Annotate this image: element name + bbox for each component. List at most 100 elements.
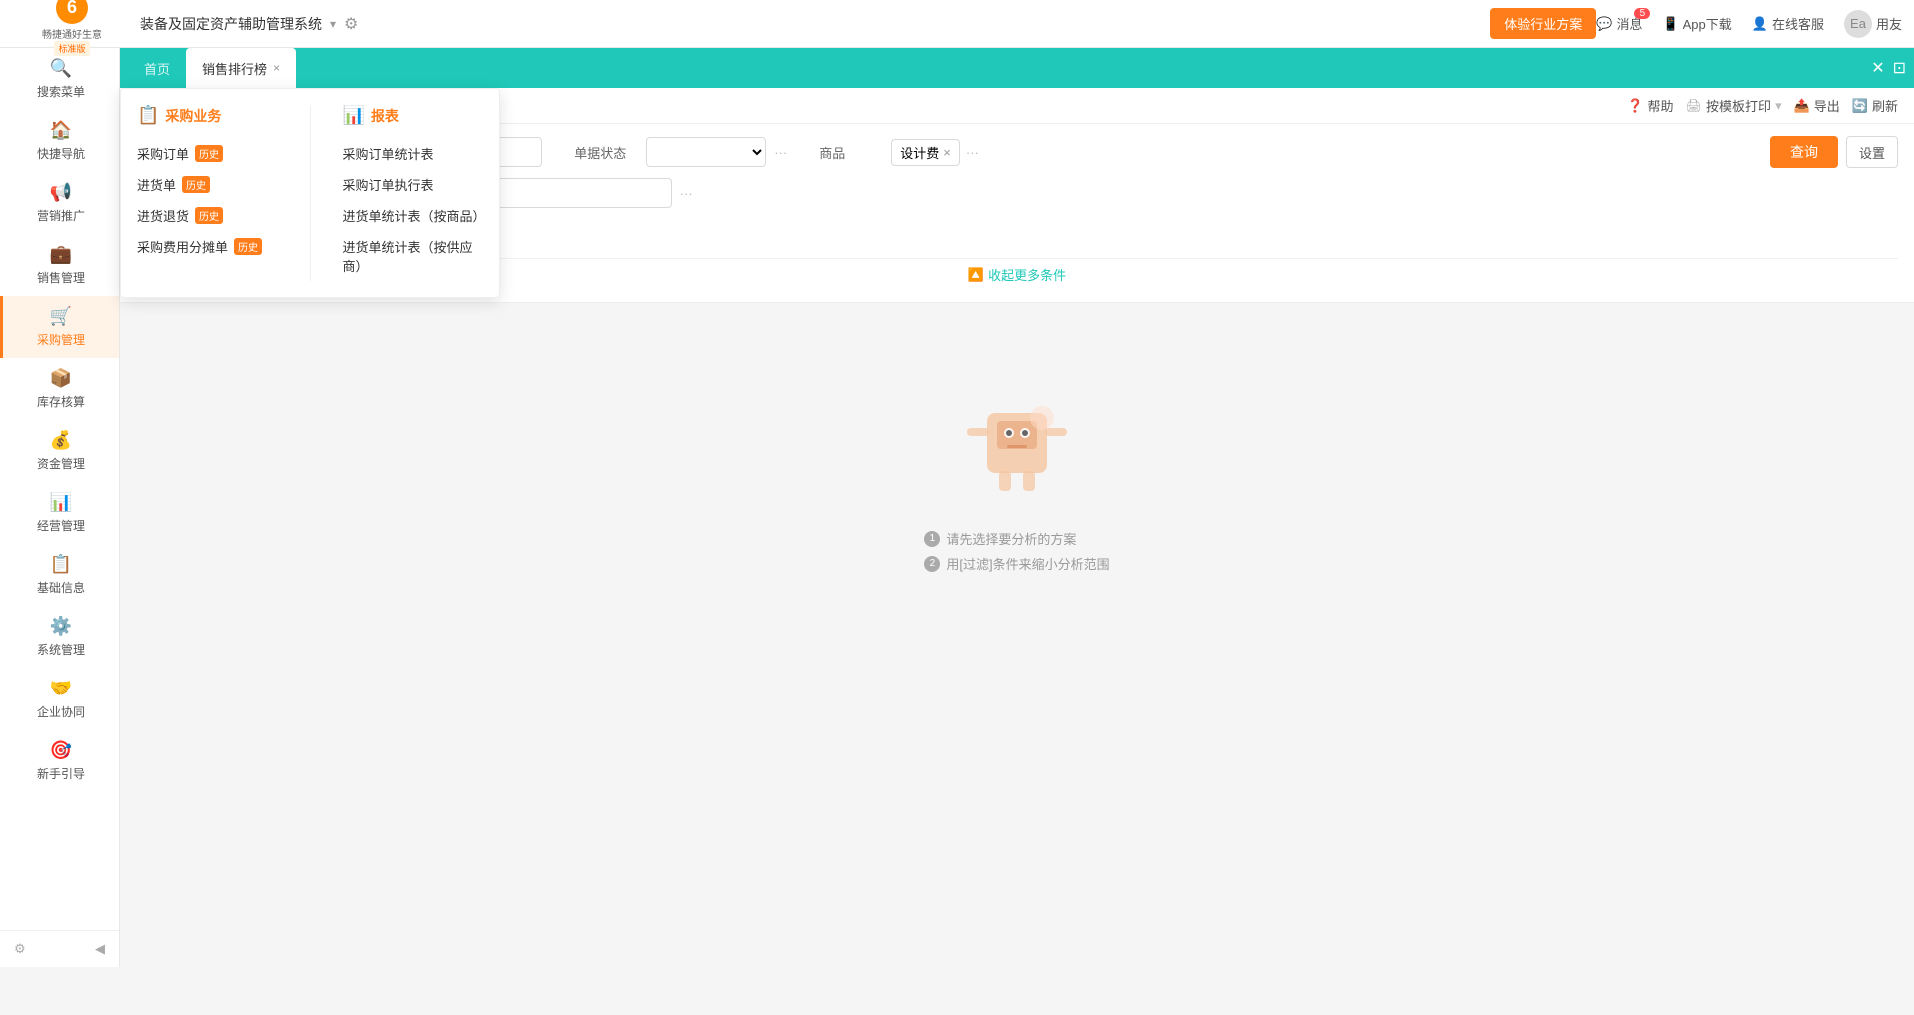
top-bar: 6 畅捷通好生意 标准版 装备及固定资产辅助管理系统 ▾ ⚙ 体验行业方案 💬 … <box>0 0 1914 48</box>
help-label: 帮助 <box>1648 96 1674 115</box>
purchase-dropdown-menu: 📋 采购业务 采购订单 历史 进货单 历史 进货退货 历史 采购费用分摊单 历史… <box>120 88 500 298</box>
print-btn[interactable]: 🖨 按模板打印 ▾ <box>1686 96 1782 115</box>
incoming-stat-supplier-label: 进货单统计表（按供应商） <box>343 237 484 275</box>
sidebar-label-marketing: 营销推广 <box>37 207 85 224</box>
goods-label: 商品 <box>819 143 879 162</box>
empty-tip1: 1 请先选择要分析的方案 2 用[过滤]条件来缩小分析范围 <box>924 529 1109 579</box>
experience-btn[interactable]: 体验行业方案 <box>1490 8 1596 39</box>
dropdown-item-return[interactable]: 进货退货 历史 <box>137 200 278 231</box>
top-right-area: 💬 消息 5 📱 App下载 👤 在线客服 Ea 用友 <box>1596 10 1902 38</box>
print-chevron-icon[interactable]: ▾ <box>1775 98 1782 114</box>
tab-minimize-icon[interactable]: ✕ <box>1871 58 1884 78</box>
system-icon: ⚙️ <box>50 616 72 637</box>
sidebar-label-inventory: 库存核算 <box>37 393 85 410</box>
home-icon: 🏠 <box>50 120 72 141</box>
sidebar-item-finance[interactable]: 💰 资金管理 <box>0 420 119 482</box>
report-col-icon: 📊 <box>343 105 365 126</box>
sidebar-item-newbie[interactable]: 🎯 新手引导 <box>0 730 119 792</box>
system-title-text: 装备及固定资产辅助管理系统 <box>140 14 322 34</box>
sidebar-settings-icon[interactable]: ⚙ <box>14 941 26 957</box>
cooperation-icon: 🤝 <box>50 678 72 699</box>
sidebar-item-operation[interactable]: 📊 经营管理 <box>0 482 119 544</box>
salesman-dots[interactable]: ··· <box>680 186 693 201</box>
system-title-area: 装备及固定资产辅助管理系统 ▾ ⚙ <box>140 14 1478 34</box>
online-service-label: 在线客服 <box>1772 14 1824 33</box>
logo-badge: 标准版 <box>54 41 89 56</box>
mobile-icon: 📱 <box>1662 16 1678 32</box>
query-btn[interactable]: 查询 <box>1770 136 1838 168</box>
sidebar-collapse-icon[interactable]: ◀ <box>95 941 105 957</box>
expense-label: 采购费用分摊单 <box>137 237 228 256</box>
app-download-btn[interactable]: 📱 App下载 <box>1662 14 1731 33</box>
purchase-col-icon: 📋 <box>137 105 159 126</box>
title-chevron-icon[interactable]: ▾ <box>330 17 336 31</box>
app-download-label: App下载 <box>1683 14 1732 33</box>
goods-dots[interactable]: ··· <box>966 145 979 160</box>
help-btn[interactable]: ❓ 帮助 <box>1627 96 1673 115</box>
online-service-btn[interactable]: 👤 在线客服 <box>1752 14 1824 33</box>
export-label: 导出 <box>1814 96 1840 115</box>
sidebar-item-purchase[interactable]: 🛒 采购管理 <box>0 296 119 358</box>
tab-actions: ✕ ⊡ <box>1871 58 1906 78</box>
incoming-hist-badge: 历史 <box>182 176 210 193</box>
user-label: 用友 <box>1876 14 1902 33</box>
set-btn[interactable]: 设置 <box>1846 136 1898 168</box>
print-label: 按模板打印 <box>1706 96 1771 115</box>
sidebar-item-inventory[interactable]: 📦 库存核算 <box>0 358 119 420</box>
voucher-status-select[interactable] <box>646 137 766 167</box>
voucher-status-dots[interactable]: ··· <box>774 145 787 160</box>
sidebar: 🔍 搜索菜单 🏠 快捷导航 📢 营销推广 💼 销售管理 🛒 采购管理 📦 库存核… <box>0 48 120 967</box>
sidebar-item-cooperation[interactable]: 🤝 企业协同 <box>0 668 119 730</box>
purchase-order-hist-badge: 历史 <box>195 145 223 162</box>
dropdown-item-order-stat[interactable]: 采购订单统计表 <box>343 138 484 169</box>
order-exec-label: 采购订单执行表 <box>343 175 434 194</box>
marketing-icon: 📢 <box>50 182 72 203</box>
export-btn[interactable]: 📤 导出 <box>1794 96 1840 115</box>
dropdown-item-expense[interactable]: 采购费用分摊单 历史 <box>137 231 278 262</box>
refresh-label: 刷新 <box>1872 96 1898 115</box>
collapse-up-icon: 🔼 <box>968 267 984 283</box>
order-stat-label: 采购订单统计表 <box>343 144 434 163</box>
tab-home[interactable]: 首页 <box>128 48 186 88</box>
empty-state: 1 请先选择要分析的方案 2 用[过滤]条件来缩小分析范围 <box>120 303 1914 659</box>
incoming-label: 进货单 <box>137 175 176 194</box>
inventory-icon: 📦 <box>50 368 72 389</box>
tab-close-icon[interactable]: × <box>273 61 280 75</box>
logo-icon: 6 <box>56 0 88 24</box>
logo-text: 畅捷通好生意 <box>42 26 102 41</box>
dropdown-item-incoming-stat-goods[interactable]: 进货单统计表（按商品） <box>343 200 484 231</box>
tab-sales-rank[interactable]: 销售排行榜 × <box>186 48 296 88</box>
dropdown-item-incoming[interactable]: 进货单 历史 <box>137 169 278 200</box>
sidebar-item-marketing[interactable]: 📢 营销推广 <box>0 172 119 234</box>
tabs-bar: 首页 销售排行榜 × ✕ ⊡ <box>120 48 1914 88</box>
message-btn[interactable]: 💬 消息 5 <box>1596 14 1642 33</box>
export-icon: 📤 <box>1794 98 1810 114</box>
goods-tag-remove-icon[interactable]: × <box>943 145 951 160</box>
sidebar-bottom: ⚙ ◀ <box>0 930 119 967</box>
tab-sales-rank-label: 销售排行榜 <box>202 59 267 78</box>
sidebar-item-search[interactable]: 🔍 搜索菜单 <box>0 48 119 110</box>
search-icon: 🔍 <box>50 58 72 79</box>
sidebar-item-basic[interactable]: 📋 基础信息 <box>0 544 119 606</box>
sidebar-item-quick-nav[interactable]: 🏠 快捷导航 <box>0 110 119 172</box>
service-icon: 👤 <box>1752 16 1768 32</box>
sidebar-item-sales[interactable]: 💼 销售管理 <box>0 234 119 296</box>
finance-icon: 💰 <box>50 430 72 451</box>
refresh-btn[interactable]: 🔄 刷新 <box>1852 96 1898 115</box>
help-icon: ❓ <box>1627 98 1643 114</box>
sidebar-item-system[interactable]: ⚙️ 系统管理 <box>0 606 119 668</box>
title-settings-icon[interactable]: ⚙ <box>344 14 358 34</box>
salesman-input[interactable] <box>478 178 672 208</box>
sidebar-label-cooperation: 企业协同 <box>37 703 85 720</box>
dropdown-item-incoming-stat-supplier[interactable]: 进货单统计表（按供应商） <box>343 231 484 281</box>
user-btn[interactable]: Ea 用友 <box>1844 10 1902 38</box>
tab-maximize-icon[interactable]: ⊡ <box>1893 58 1906 78</box>
refresh-icon: 🔄 <box>1852 98 1868 114</box>
sidebar-label-system: 系统管理 <box>37 641 85 658</box>
logo-area: 6 畅捷通好生意 标准版 <box>12 0 132 56</box>
goods-tag-text: 设计费 <box>900 143 939 162</box>
message-badge: 5 <box>1634 8 1650 19</box>
dropdown-item-purchase-order[interactable]: 采购订单 历史 <box>137 138 278 169</box>
dropdown-item-order-exec[interactable]: 采购订单执行表 <box>343 169 484 200</box>
tab-home-label: 首页 <box>144 59 170 78</box>
